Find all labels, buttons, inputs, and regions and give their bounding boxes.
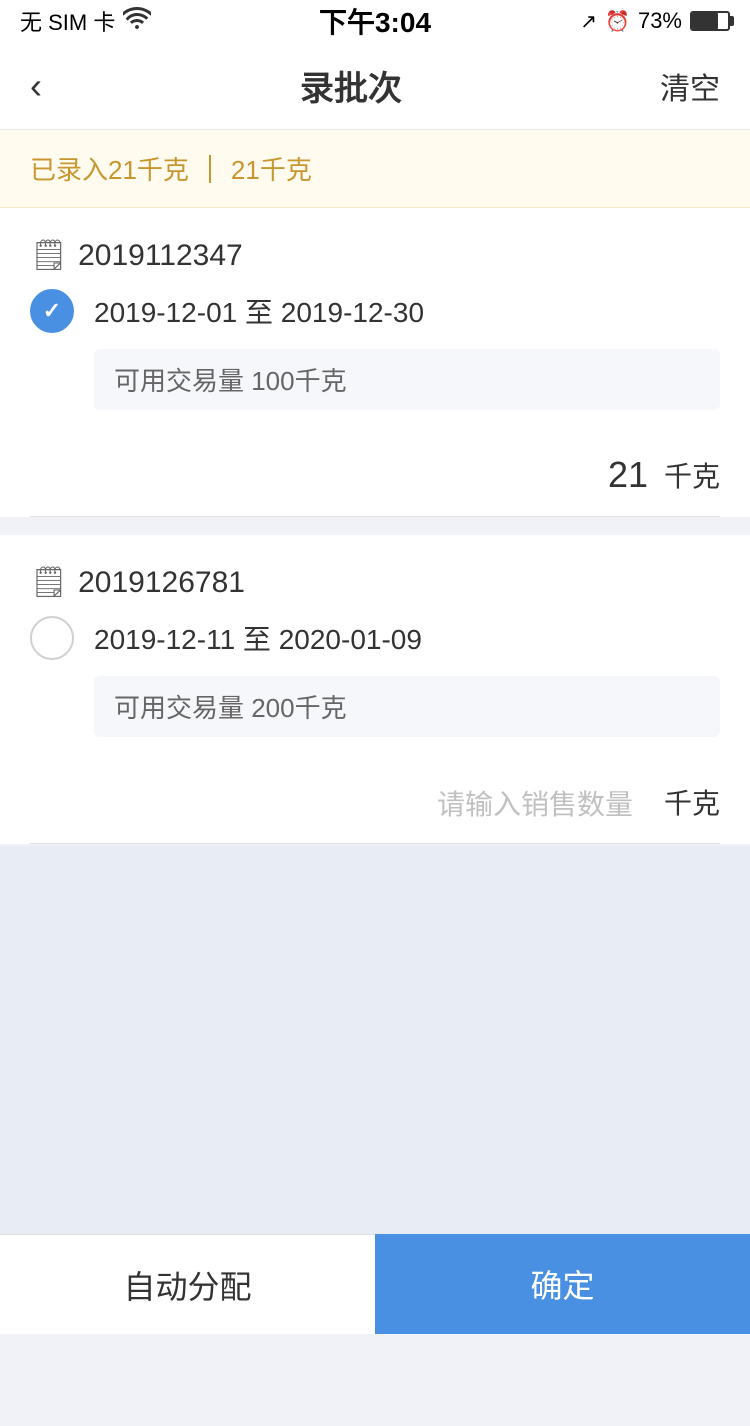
auto-distribute-button[interactable]: 自动分配 — [0, 1234, 375, 1334]
section-divider — [0, 519, 750, 535]
clear-button[interactable]: 清空 — [660, 64, 720, 108]
batch-header-2: 🗒 2019126781 — [30, 565, 720, 600]
page-title: 录批次 — [300, 61, 402, 110]
batch-header-1: 🗒 2019112347 — [30, 238, 720, 273]
status-left: 无 SIM 卡 — [20, 5, 151, 37]
batch-id-1: 2019112347 — [78, 239, 243, 273]
sim-status: 无 SIM 卡 — [20, 5, 115, 37]
info-recorded: 已录入21千克 — [30, 150, 189, 187]
status-time: 下午3:04 — [319, 1, 431, 41]
wifi-icon — [123, 7, 151, 35]
battery-icon — [690, 11, 730, 31]
bottom-bar: 自动分配 确定 — [0, 1234, 750, 1334]
batch-date-row-1: 2019-12-01 至 2019-12-30 — [30, 289, 720, 333]
qty-input-area-1: 21 千克 — [0, 430, 750, 516]
confirm-button[interactable]: 确定 — [375, 1234, 750, 1334]
available-qty-1: 可用交易量 100千克 — [94, 349, 720, 410]
separator-1 — [30, 516, 720, 517]
batch-card-2: 🗒 2019126781 2019-12-11 至 2020-01-09 可用交… — [0, 535, 750, 844]
battery-percent: 73% — [638, 8, 682, 34]
separator-2 — [30, 843, 720, 844]
qty-unit-1: 千克 — [664, 455, 720, 495]
info-divider — [209, 155, 211, 183]
alarm-icon: ⏰ — [605, 9, 630, 34]
status-right: ↗ ⏰ 73% — [580, 8, 730, 34]
batch-date-2: 2019-12-11 至 2020-01-09 — [94, 618, 422, 658]
info-value: 21千克 — [231, 150, 312, 187]
qty-value-1: 21 — [608, 454, 648, 496]
batch-date-1: 2019-12-01 至 2019-12-30 — [94, 291, 424, 331]
location-icon: ↗ — [580, 9, 597, 34]
batch-item-1: 🗒 2019112347 2019-12-01 至 2019-12-30 可用交… — [0, 208, 750, 430]
nav-bar: ‹ 录批次 清空 — [0, 42, 750, 130]
batch-radio-2[interactable] — [30, 616, 74, 660]
batch-card-1: 🗒 2019112347 2019-12-01 至 2019-12-30 可用交… — [0, 208, 750, 517]
info-banner: 已录入21千克 21千克 — [0, 130, 750, 208]
batch-date-row-2: 2019-12-11 至 2020-01-09 — [30, 616, 720, 660]
qty-unit-2: 千克 — [664, 782, 720, 822]
qty-input-2[interactable] — [30, 781, 648, 823]
batch-radio-1[interactable] — [30, 289, 74, 333]
available-qty-2: 可用交易量 200千克 — [94, 676, 720, 737]
batch-item-2: 🗒 2019126781 2019-12-11 至 2020-01-09 可用交… — [0, 535, 750, 757]
batch-doc-icon-2: 🗒 — [30, 565, 68, 600]
batch-id-2: 2019126781 — [78, 566, 245, 600]
qty-input-area-2[interactable]: 千克 — [0, 757, 750, 843]
batch-doc-icon-1: 🗒 — [30, 238, 68, 273]
status-bar: 无 SIM 卡 下午3:04 ↗ ⏰ 73% — [0, 0, 750, 42]
back-button[interactable]: ‹ — [30, 65, 42, 107]
content-wrapper: 已录入21千克 21千克 🗒 2019112347 2019-12-01 至 2… — [0, 130, 750, 1426]
